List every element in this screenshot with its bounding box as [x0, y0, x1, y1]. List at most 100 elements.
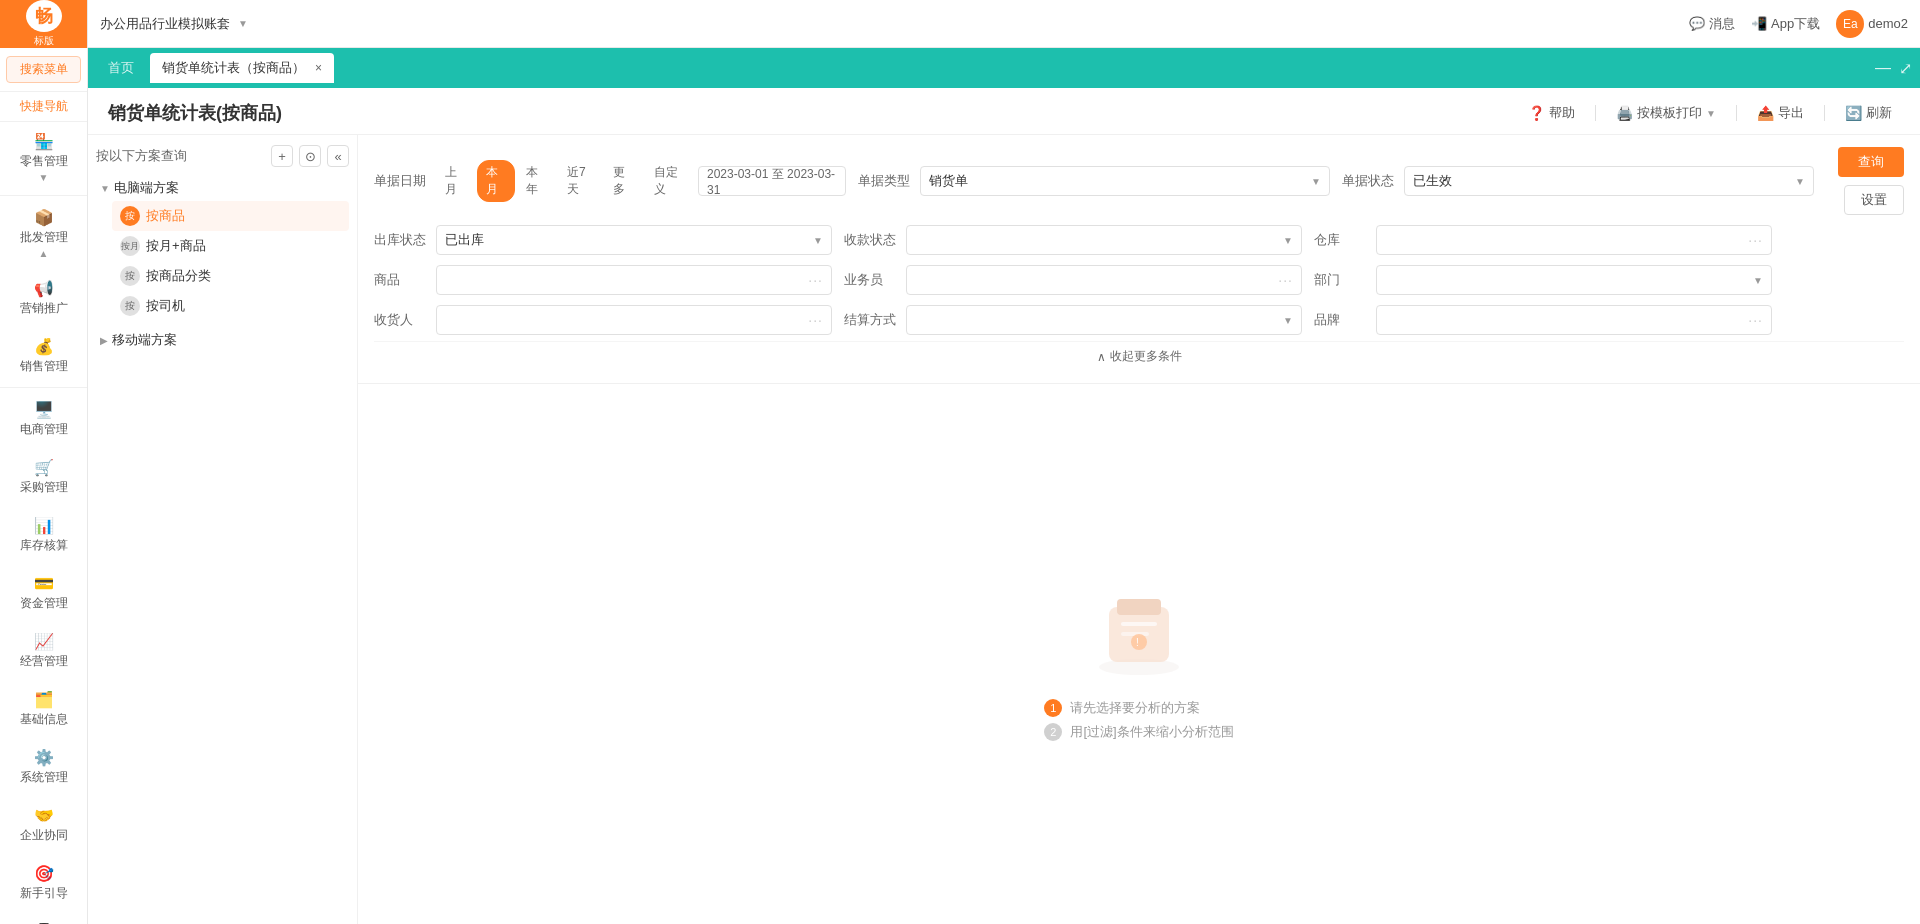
doc-type-input[interactable]: 销货单 ▼	[920, 166, 1330, 196]
svg-rect-2	[1117, 599, 1161, 615]
header-right: 💬 消息 📲 App下载 Ea demo2	[1689, 10, 1908, 38]
tab-home-label: 首页	[108, 59, 134, 77]
goods-cell: 商品 ···	[374, 265, 832, 295]
search-menu-section: 搜索菜单	[0, 48, 87, 92]
receiver-input[interactable]: ···	[436, 305, 832, 335]
export-button[interactable]: 📤 导出	[1749, 100, 1812, 126]
empty-state: ! 1 请先选择要分析的方案 2 用[过滤]条件来缩小分析范围	[358, 384, 1920, 924]
sidebar-item-marketing[interactable]: 📢 营销推广	[0, 269, 87, 327]
warehouse-input[interactable]: ···	[1376, 225, 1772, 255]
message-action[interactable]: 💬 消息	[1689, 15, 1735, 33]
scheme-by-driver[interactable]: 按 按司机	[112, 291, 349, 321]
scheme-category-icon: 按	[120, 266, 140, 286]
department-input[interactable]: ▼	[1376, 265, 1772, 295]
scheme-by-month-goods[interactable]: 按月 按月+商品	[112, 231, 349, 261]
sidebar-item-wholesale[interactable]: 📦 批发管理 ▲	[0, 198, 87, 269]
pc-scheme-parent[interactable]: ▼ 电脑端方案	[96, 175, 349, 201]
tab-close-icon[interactable]: ×	[315, 61, 322, 75]
mobile-tree-arrow: ▶	[100, 335, 108, 346]
marketing-icon: 📢	[34, 279, 54, 298]
refresh-button[interactable]: 🔄 刷新	[1837, 100, 1900, 126]
salesperson-input[interactable]: ···	[906, 265, 1302, 295]
sidebar-item-cooperation[interactable]: 🤝 企业协同	[0, 796, 87, 854]
date-tab-7days[interactable]: 近7天	[558, 160, 602, 202]
user-menu[interactable]: Ea demo2	[1836, 10, 1908, 38]
left-panel-icons: + ⊙ «	[271, 145, 349, 167]
tab-minimize-icon[interactable]: —	[1875, 59, 1891, 77]
receiver-cell: 收货人 ···	[374, 305, 832, 335]
department-label: 部门	[1314, 271, 1370, 289]
date-tab-custom[interactable]: 自定义	[645, 160, 694, 202]
scheme-driver-icon: 按	[120, 296, 140, 316]
edit-scheme-button[interactable]: ⊙	[299, 145, 321, 167]
system-icon: ⚙️	[34, 748, 54, 767]
mobile-scheme-group: ▶ 移动端方案	[96, 327, 349, 353]
settlement-cell: 结算方式 ▼	[844, 305, 1302, 335]
sidebar: 畅 标版 搜索菜单 快捷导航 🏪 零售管理 ▼ 📦 批发管理 ▲ 📢 营销推广 …	[0, 0, 88, 924]
hint-2-number: 2	[1044, 723, 1062, 741]
doc-status-value: 已生效	[1413, 172, 1452, 190]
svg-text:!: !	[1136, 637, 1139, 648]
date-filter-control: 上月 本月 本年 近7天 更多 自定义 2023-03-01 至 2023-03…	[436, 160, 846, 202]
app-download-action[interactable]: 📲 App下载	[1751, 15, 1820, 33]
collapse-bar[interactable]: ∧ 收起更多条件	[374, 341, 1904, 371]
date-range-display[interactable]: 2023-03-01 至 2023-03-31	[698, 166, 846, 196]
date-tab-last-month[interactable]: 上月	[436, 160, 475, 202]
query-button[interactable]: 查询	[1838, 147, 1904, 177]
collapse-panel-button[interactable]: «	[327, 145, 349, 167]
tab-expand-icon[interactable]: ⤢	[1899, 59, 1912, 78]
doc-status-input[interactable]: 已生效 ▼	[1404, 166, 1814, 196]
date-tab-this-month[interactable]: 本月	[477, 160, 516, 202]
salesperson-label: 业务员	[844, 271, 900, 289]
divider2	[0, 387, 87, 388]
divider3	[1595, 105, 1596, 121]
goods-input[interactable]: ···	[436, 265, 832, 295]
pc-scheme-group: ▼ 电脑端方案 按 按商品 按月 按月+商品 按	[96, 175, 349, 321]
warehouse-out-input[interactable]: 已出库 ▼	[436, 225, 832, 255]
retail-icon: 🏪	[34, 132, 54, 151]
scheme-by-goods[interactable]: 按 按商品	[112, 201, 349, 231]
finance-icon: 💳	[34, 574, 54, 593]
tab-home[interactable]: 首页	[96, 53, 146, 83]
sidebar-item-operations[interactable]: 📈 经营管理	[0, 622, 87, 680]
divider4	[1736, 105, 1737, 121]
payment-status-input[interactable]: ▼	[906, 225, 1302, 255]
help-button[interactable]: ❓ 帮助	[1520, 100, 1583, 126]
add-scheme-button[interactable]: +	[271, 145, 293, 167]
message-icon: 💬	[1689, 16, 1705, 31]
sidebar-item-purchase[interactable]: 🛒 采购管理	[0, 448, 87, 506]
date-tab-more[interactable]: 更多	[604, 160, 643, 202]
sidebar-item-basic[interactable]: 🗂️ 基础信息	[0, 680, 87, 738]
sidebar-item-ecom[interactable]: 🖥️ 电商管理	[0, 390, 87, 448]
settlement-input[interactable]: ▼	[906, 305, 1302, 335]
sidebar-item-finance[interactable]: 💳 资金管理	[0, 564, 87, 622]
sidebar-item-newbie[interactable]: 🎯 新手引导	[0, 854, 87, 912]
settings-button[interactable]: 设置	[1844, 185, 1904, 215]
logo-icon: 畅	[26, 0, 62, 32]
export-icon: 📤	[1757, 105, 1774, 121]
header-left: 办公用品行业模拟账套 ▼	[100, 15, 248, 33]
top-header: 办公用品行业模拟账套 ▼ 💬 消息 📲 App下载 Ea demo2	[88, 0, 1920, 48]
sidebar-item-appcenter[interactable]: 📱 应用中心	[0, 912, 87, 924]
app-dropdown-arrow[interactable]: ▼	[238, 18, 248, 29]
tab-sales-stat[interactable]: 销货单统计表（按商品） ×	[150, 53, 334, 83]
sidebar-item-inventory[interactable]: 📊 库存核算	[0, 506, 87, 564]
settlement-arrow: ▼	[1283, 315, 1293, 326]
receiver-dots: ···	[808, 312, 823, 328]
brand-input[interactable]: ···	[1376, 305, 1772, 335]
search-menu-button[interactable]: 搜索菜单	[6, 56, 81, 83]
brand-dots: ···	[1748, 312, 1763, 328]
app-logo[interactable]: 畅 标版	[0, 0, 87, 48]
inventory-icon: 📊	[34, 516, 54, 535]
user-name: demo2	[1868, 16, 1908, 31]
doc-type-filter-cell: 单据类型 销货单 ▼	[858, 166, 1330, 196]
quick-nav-button[interactable]: 快捷导航	[0, 92, 87, 122]
date-tab-this-year[interactable]: 本年	[517, 160, 556, 202]
scheme-by-category[interactable]: 按 按商品分类	[112, 261, 349, 291]
sidebar-item-retail[interactable]: 🏪 零售管理 ▼	[0, 122, 87, 193]
mobile-scheme-parent[interactable]: ▶ 移动端方案	[96, 327, 349, 353]
date-filter-cell: 单据日期 上月 本月 本年 近7天 更多 自定义 20	[374, 160, 846, 202]
print-button[interactable]: 🖨️ 按模板打印 ▼	[1608, 100, 1724, 126]
sidebar-item-sales[interactable]: 💰 销售管理	[0, 327, 87, 385]
sidebar-item-system[interactable]: ⚙️ 系统管理	[0, 738, 87, 796]
